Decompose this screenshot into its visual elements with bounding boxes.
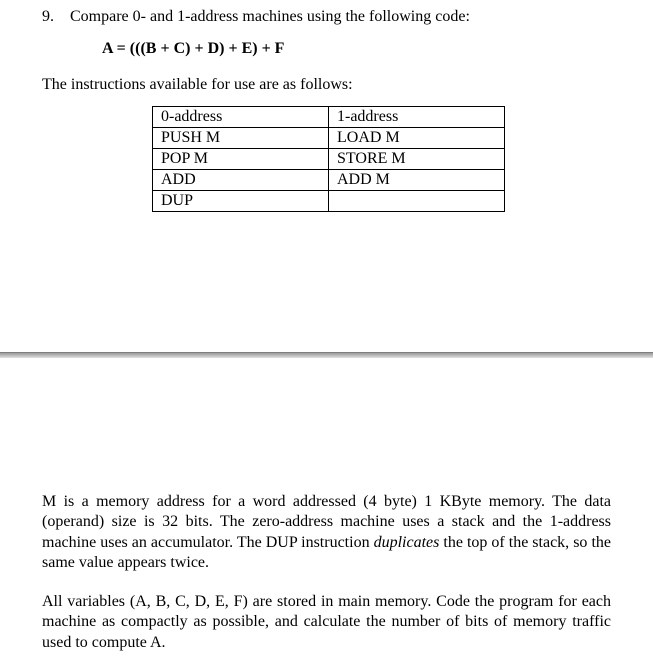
instruction-table-wrap: 0-address 1-address PUSH M LOAD M POP M … [152,106,611,212]
page-divider [0,352,653,358]
lower-section: M is a memory address for a word address… [42,492,611,671]
italic-duplicates: duplicates [374,534,440,551]
question-row: 9. Compare 0- and 1-address machines usi… [42,8,611,26]
table-cell: STORE M [329,149,505,170]
table-cell: DUP [153,191,329,212]
table-cell: PUSH M [153,128,329,149]
instructions-intro: The instructions available for use are a… [42,76,611,94]
equation: A = (((B + C) + D) + E) + F [102,40,611,58]
paragraph-task: All variables (A, B, C, D, E, F) are sto… [42,592,611,653]
table-header-1addr: 1-address [329,107,505,128]
table-row: PUSH M LOAD M [153,128,505,149]
question-prompt: Compare 0- and 1-address machines using … [70,8,611,26]
question-number: 9. [42,8,70,26]
table-cell: LOAD M [329,128,505,149]
table-cell [329,191,505,212]
table-cell: POP M [153,149,329,170]
table-row: 0-address 1-address [153,107,505,128]
table-row: POP M STORE M [153,149,505,170]
instruction-table: 0-address 1-address PUSH M LOAD M POP M … [152,106,505,212]
table-row: ADD ADD M [153,170,505,191]
table-cell: ADD M [329,170,505,191]
table-row: DUP [153,191,505,212]
table-cell: ADD [153,170,329,191]
paragraph-memory-desc: M is a memory address for a word address… [42,492,611,574]
table-header-0addr: 0-address [153,107,329,128]
page-content: 9. Compare 0- and 1-address machines usi… [0,0,653,212]
